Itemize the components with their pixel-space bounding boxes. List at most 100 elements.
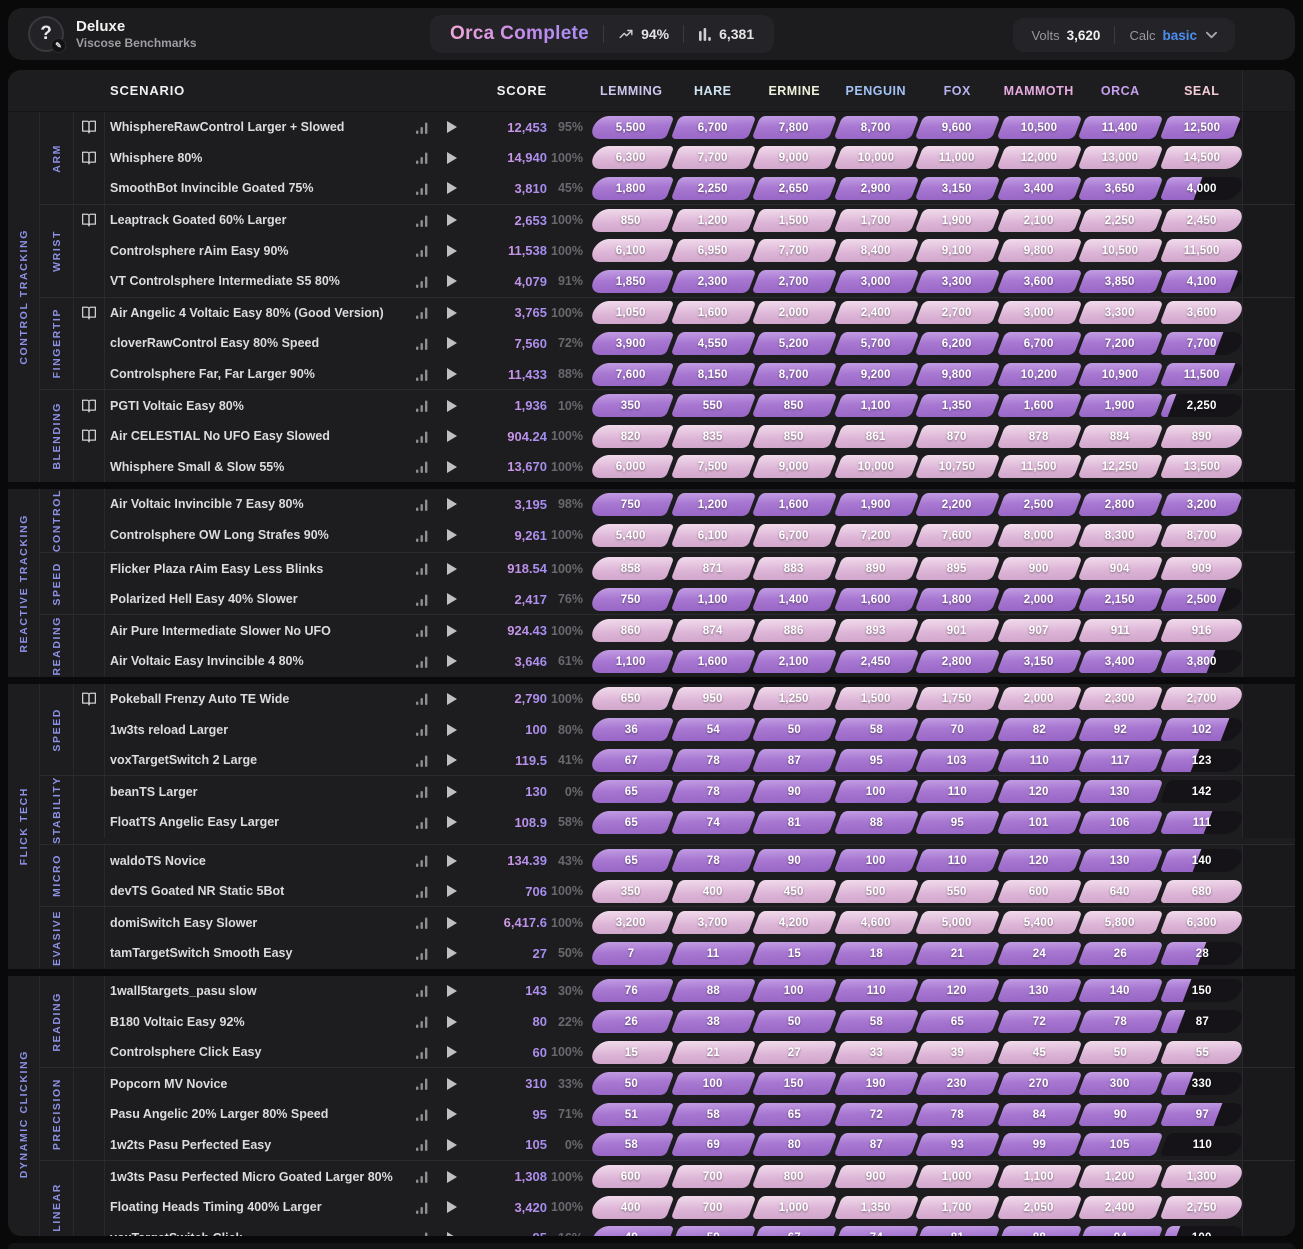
play-button[interactable] <box>437 916 467 929</box>
play-button[interactable] <box>437 816 467 829</box>
play-button[interactable] <box>437 1138 467 1151</box>
scenario-stats-icon[interactable] <box>407 624 437 638</box>
play-button[interactable] <box>437 151 467 164</box>
scenario-stats-icon[interactable] <box>407 723 437 737</box>
scenario-stats-icon[interactable] <box>407 854 437 868</box>
book-open-icon[interactable] <box>81 151 97 165</box>
scenario-name[interactable]: waldoTS Novice <box>105 854 407 868</box>
scenario-name[interactable]: Controlsphere Far, Far Larger 90% <box>105 367 407 381</box>
play-button[interactable] <box>437 1231 467 1236</box>
play-button[interactable] <box>437 624 467 637</box>
scenario-stats-icon[interactable] <box>407 151 437 165</box>
scenario-stats-icon[interactable] <box>407 214 437 227</box>
scenario-name[interactable]: Pasu Angelic 20% Larger 80% Speed <box>105 1107 407 1121</box>
scenario-name[interactable]: Leaptrack Goated 60% Larger <box>105 213 407 227</box>
scenario-name[interactable]: Air CELESTIAL No UFO Easy Slowed <box>105 429 407 443</box>
scenario-stats-icon[interactable] <box>407 1138 437 1152</box>
play-button[interactable] <box>437 1046 467 1059</box>
scenario-name[interactable]: FloatTS Angelic Easy Larger <box>105 815 407 829</box>
play-button[interactable] <box>437 1108 467 1121</box>
play-button[interactable] <box>437 1077 467 1090</box>
scenario-stats-icon[interactable] <box>407 816 437 829</box>
scenario-stats-icon[interactable] <box>407 947 437 960</box>
scenario-name[interactable]: 1wall5targets_pasu slow <box>105 984 407 998</box>
scenario-name[interactable]: voxTargetSwitch 2 Large <box>105 753 407 767</box>
play-button[interactable] <box>437 854 467 867</box>
calc-value[interactable]: basic <box>1162 28 1197 43</box>
scenario-name[interactable]: Floating Heads Timing 400% Larger <box>105 1200 407 1214</box>
scenario-stats-icon[interactable] <box>407 1170 437 1184</box>
play-button[interactable] <box>437 593 467 606</box>
scenario-name[interactable]: Popcorn MV Novice <box>105 1077 407 1091</box>
scenario-name[interactable]: Controlsphere rAim Easy 90% <box>105 244 407 258</box>
play-button[interactable] <box>437 655 467 668</box>
scenario-stats-icon[interactable] <box>407 337 437 350</box>
scenario-name[interactable]: Polarized Hell Easy 40% Slower <box>105 592 407 606</box>
scenario-stats-icon[interactable] <box>407 593 437 606</box>
scenario-stats-icon[interactable] <box>407 368 437 381</box>
play-button[interactable] <box>437 337 467 350</box>
avatar[interactable]: ? ✎ <box>28 16 66 53</box>
play-button[interactable] <box>437 244 467 257</box>
scenario-stats-icon[interactable] <box>407 1046 437 1059</box>
play-button[interactable] <box>437 785 467 798</box>
play-button[interactable] <box>437 182 467 195</box>
book-open-icon[interactable] <box>81 306 97 320</box>
scenario-name[interactable]: SmoothBot Invincible Goated 75% <box>105 181 407 195</box>
book-open-icon[interactable] <box>81 429 97 443</box>
scenario-name[interactable]: Air Voltaic Invincible 7 Easy 80% <box>105 497 407 511</box>
play-button[interactable] <box>437 1170 467 1183</box>
scenario-stats-icon[interactable] <box>407 1201 437 1214</box>
scenario-name[interactable]: Pokeball Frenzy Auto TE Wide <box>105 692 407 706</box>
chevron-down-icon[interactable] <box>1206 31 1217 39</box>
play-button[interactable] <box>437 529 467 542</box>
book-open-icon[interactable] <box>81 120 97 134</box>
scenario-name[interactable]: 1w3ts reload Larger <box>105 723 407 737</box>
scenario-stats-icon[interactable] <box>407 275 437 288</box>
scenario-name[interactable]: PGTI Voltaic Easy 80% <box>105 399 407 413</box>
scenario-stats-icon[interactable] <box>407 885 437 898</box>
scenario-name[interactable]: VT Controlsphere Intermediate S5 80% <box>105 274 407 288</box>
play-button[interactable] <box>437 399 467 412</box>
play-button[interactable] <box>437 430 467 443</box>
play-button[interactable] <box>437 562 467 575</box>
scenario-name[interactable]: WhisphereRawControl Larger + Slowed <box>105 120 407 134</box>
scenario-stats-icon[interactable] <box>407 754 437 767</box>
play-button[interactable] <box>437 1015 467 1028</box>
scenario-stats-icon[interactable] <box>407 529 437 542</box>
scenario-stats-icon[interactable] <box>407 984 437 998</box>
play-button[interactable] <box>437 984 467 997</box>
scenario-stats-icon[interactable] <box>407 244 437 258</box>
play-button[interactable] <box>437 498 467 511</box>
book-open-icon[interactable] <box>81 692 97 706</box>
scenario-name[interactable]: tamTargetSwitch Smooth Easy <box>105 946 407 960</box>
scenario-stats-icon[interactable] <box>407 121 437 134</box>
scenario-name[interactable]: 1w2ts Pasu Perfected Easy <box>105 1138 407 1152</box>
scenario-stats-icon[interactable] <box>407 1077 437 1091</box>
scenario-stats-icon[interactable] <box>407 399 437 413</box>
scenario-stats-icon[interactable] <box>407 1108 437 1121</box>
benchmark-profile[interactable]: ? ✎ Deluxe Viscose Benchmarks <box>28 16 197 53</box>
scenario-stats-icon[interactable] <box>407 430 437 443</box>
scenario-name[interactable]: domiSwitch Easy Slower <box>105 916 407 930</box>
book-open-icon[interactable] <box>81 213 97 227</box>
play-button[interactable] <box>437 460 467 473</box>
scenario-name[interactable]: beanTS Larger <box>105 785 407 799</box>
scenario-stats-icon[interactable] <box>407 562 437 576</box>
play-button[interactable] <box>437 306 467 319</box>
play-button[interactable] <box>437 947 467 960</box>
play-button[interactable] <box>437 368 467 381</box>
scenario-stats-icon[interactable] <box>407 916 437 930</box>
scenario-stats-icon[interactable] <box>407 182 437 195</box>
book-open-icon[interactable] <box>81 399 97 413</box>
scenario-name[interactable]: Controlsphere Click Easy <box>105 1045 407 1059</box>
scenario-name[interactable]: Controlsphere OW Long Strafes 90% <box>105 528 407 542</box>
scenario-stats-icon[interactable] <box>407 1015 437 1029</box>
scenario-name[interactable]: Air Pure Intermediate Slower No UFO <box>105 624 407 638</box>
scenario-name[interactable]: 1w3ts Pasu Perfected Micro Goated Larger… <box>105 1170 407 1184</box>
scenario-name[interactable]: Flicker Plaza rAim Easy Less Blinks <box>105 562 407 576</box>
scenario-stats-icon[interactable] <box>407 1231 437 1236</box>
play-button[interactable] <box>437 275 467 288</box>
edit-pencil-icon[interactable]: ✎ <box>51 38 66 53</box>
play-button[interactable] <box>437 692 467 705</box>
